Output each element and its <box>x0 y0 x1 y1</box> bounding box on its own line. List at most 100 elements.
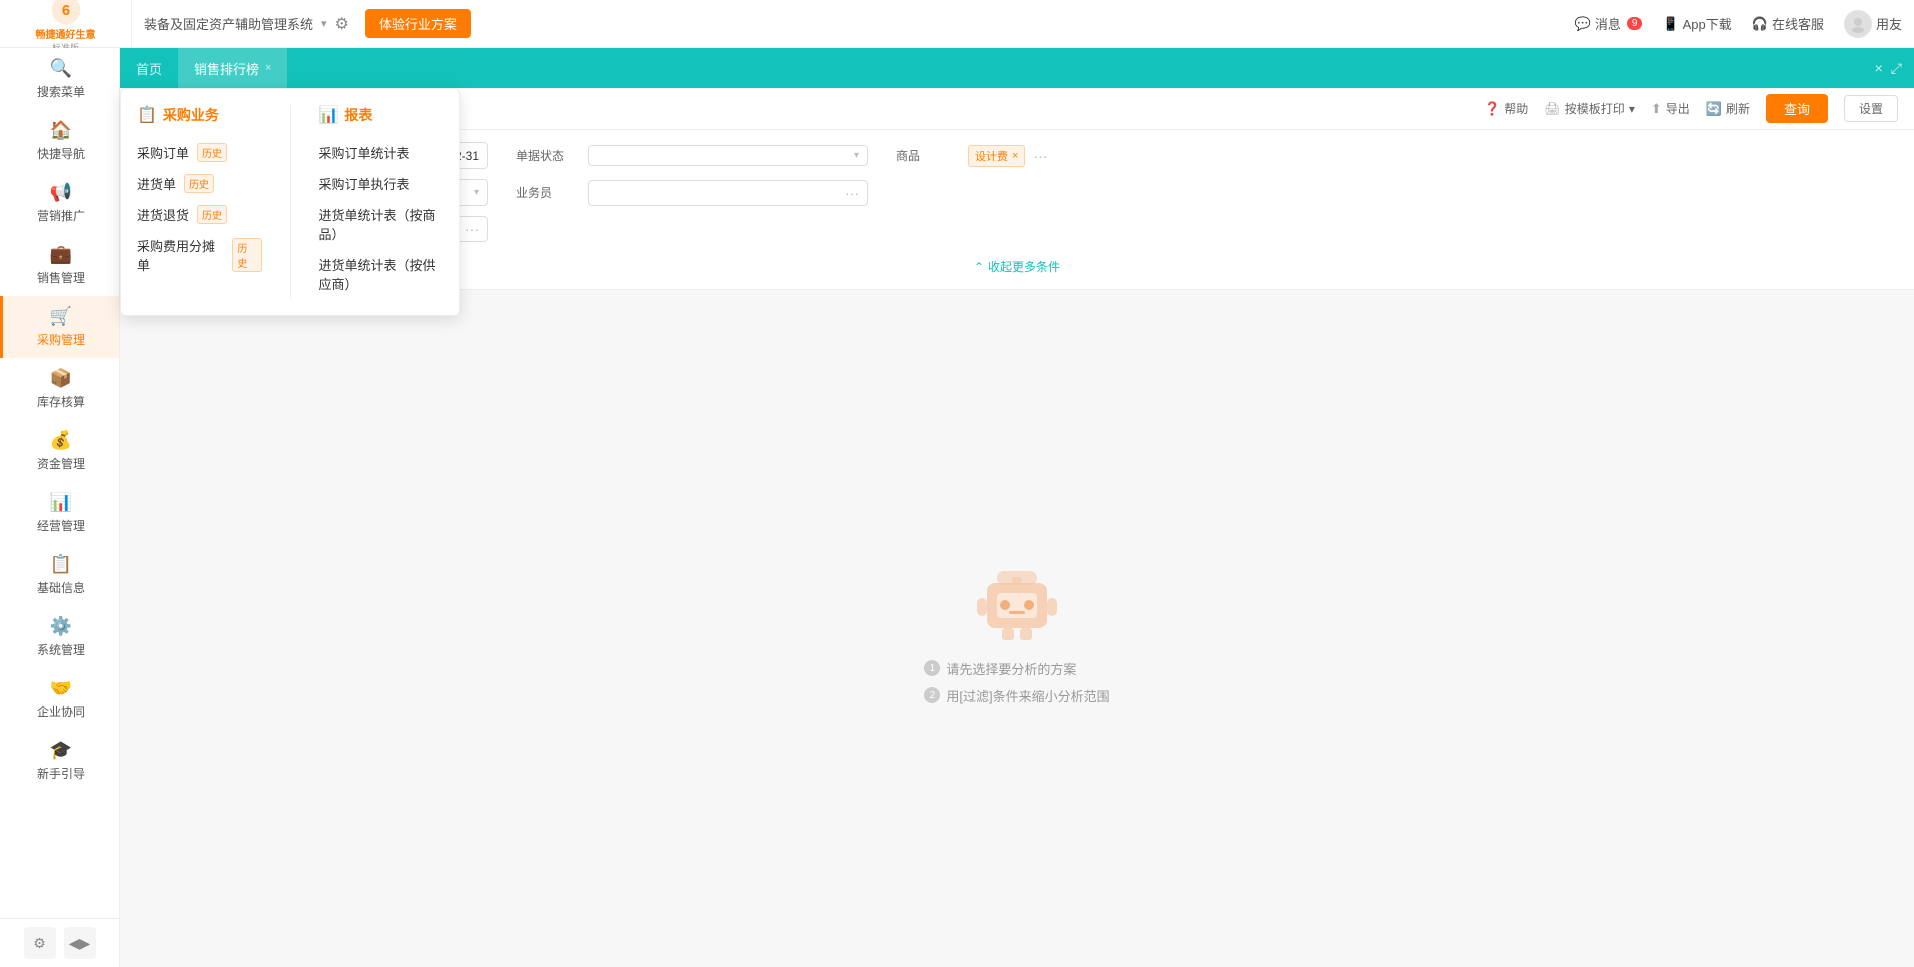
dropdown-item-report1[interactable]: 采购订单统计表 <box>319 137 444 168</box>
sidebar-item-label-nav: 快捷导航 <box>37 145 85 162</box>
sidebar-settings-button[interactable]: ⚙ <box>24 927 56 959</box>
print-button[interactable]: 🖨 按模板打印 ▾ <box>1544 100 1635 117</box>
sidebar-item-label-guide: 新手引导 <box>37 765 85 782</box>
user-button[interactable]: 用友 <box>1844 10 1902 38</box>
sidebar-item-operations[interactable]: 📊 经营管理 <box>0 482 119 544</box>
refresh-label: 刷新 <box>1726 100 1750 117</box>
help-icon: ❓ <box>1484 101 1500 117</box>
avatar <box>1844 10 1872 38</box>
sidebar-item-label-sales: 销售管理 <box>37 269 85 286</box>
dropdown-item-report2[interactable]: 采购订单执行表 <box>319 168 444 199</box>
headset-icon: 🎧 <box>1752 16 1768 32</box>
tab-sales-rank-label: 销售排行榜 <box>194 59 259 78</box>
svg-text:6: 6 <box>61 2 69 18</box>
help-button[interactable]: ❓ 帮助 <box>1484 100 1528 117</box>
tab-sales-rank[interactable]: 销售排行榜 × <box>178 48 287 88</box>
sales-icon: 💼 <box>50 244 72 265</box>
message-label: 消息 <box>1595 14 1621 33</box>
sidebar-item-inventory[interactable]: 📦 库存核算 <box>0 358 119 420</box>
cooperation-icon: 🤝 <box>50 678 72 699</box>
sidebar-collapse-button[interactable]: ◀▶ <box>64 927 96 959</box>
status-chevron-icon: ▾ <box>854 150 859 161</box>
sidebar-item-label-cooperation: 企业协同 <box>37 703 85 720</box>
staff-more-dots[interactable]: ··· <box>845 185 859 201</box>
sidebar-item-search[interactable]: 🔍 搜索菜单 <box>0 48 119 110</box>
goods-tag: 设计费 × <box>968 145 1025 167</box>
print-dropdown-icon[interactable]: ▾ <box>1629 102 1635 116</box>
online-service-button[interactable]: 🎧 在线客服 <box>1752 14 1824 33</box>
message-badge: 9 <box>1627 17 1643 30</box>
service-label: 在线客服 <box>1772 14 1824 33</box>
goods-more-dots[interactable]: ··· <box>1033 148 1047 164</box>
report1-label: 采购订单统计表 <box>319 143 410 162</box>
receive-hist-badge: 历史 <box>184 174 214 193</box>
system-title: 装备及固定资产辅助管理系统 <box>144 14 313 33</box>
refresh-button[interactable]: 🔄 刷新 <box>1706 100 1750 117</box>
tab-home[interactable]: 首页 <box>120 48 178 88</box>
header-right: 💬 消息 9 📱 App下载 🎧 在线客服 用友 <box>1575 10 1902 38</box>
goods-tag-close-icon[interactable]: × <box>1012 150 1018 162</box>
dropdown-item-purchase-order[interactable]: 采购订单 历史 <box>137 137 262 168</box>
header-title-area: 装备及固定资产辅助管理系统 ▾ ⚙ 体验行业方案 <box>144 9 1575 38</box>
logo-icon: 6 <box>50 0 82 26</box>
tip-text-1: 请先选择要分析的方案 <box>946 659 1076 678</box>
settings-button[interactable]: 设置 <box>1844 95 1898 122</box>
return-hist-badge: 历史 <box>197 205 227 224</box>
home-icon: 🏠 <box>50 120 72 141</box>
empty-tip-2: 2 用[过滤]条件来缩小分析范围 <box>924 686 1109 705</box>
collapse-up-icon: ⌃ <box>974 260 984 274</box>
sidebar-bottom: ⚙ ◀▶ <box>0 918 119 967</box>
dropdown-item-return[interactable]: 进货退货 历史 <box>137 199 262 230</box>
system-icon: ⚙️ <box>50 616 72 637</box>
settings-icon[interactable]: ⚙ <box>335 14 349 34</box>
title-dropdown-icon[interactable]: ▾ <box>321 17 327 30</box>
sidebar-item-finance[interactable]: 💰 资金管理 <box>0 420 119 482</box>
dropdown-col2-label: 报表 <box>344 105 372 125</box>
report3-label: 进货单统计表（按商品） <box>319 205 444 243</box>
sidebar-item-guide[interactable]: 🎓 新手引导 <box>0 730 119 792</box>
customer-more-dots[interactable]: ··· <box>465 221 479 237</box>
basic-info-icon: 📋 <box>50 554 72 575</box>
sidebar-item-basic-info[interactable]: 📋 基础信息 <box>0 544 119 606</box>
sidebar-item-label-marketing: 营销推广 <box>37 207 85 224</box>
export-button[interactable]: ⬆ 导出 <box>1651 100 1690 117</box>
sidebar-item-purchase[interactable]: 🛒 采购管理 <box>0 296 119 358</box>
sidebar-item-system[interactable]: ⚙️ 系统管理 <box>0 606 119 668</box>
sidebar-item-cooperation[interactable]: 🤝 企业协同 <box>0 668 119 730</box>
tab-close-all-icon[interactable]: × <box>1875 60 1883 76</box>
dropdown-item-report4[interactable]: 进货单统计表（按供应商） <box>319 249 444 299</box>
rank-chevron-icon: ▾ <box>474 187 479 198</box>
industry-button[interactable]: 体验行业方案 <box>365 9 471 38</box>
dropdown-item-report3[interactable]: 进货单统计表（按商品） <box>319 199 444 249</box>
finance-icon: 💰 <box>50 430 72 451</box>
dropdown-menu: 📋 采购业务 采购订单 历史 进货单 历史 进货退货 历史 采购费用分摊单 历史… <box>120 88 460 316</box>
sidebar-item-nav[interactable]: 🏠 快捷导航 <box>0 110 119 172</box>
app-download-button[interactable]: 📱 App下载 <box>1662 14 1731 33</box>
empty-tips: 1 请先选择要分析的方案 2 用[过滤]条件来缩小分析范围 <box>924 659 1109 705</box>
app-label: App下载 <box>1683 14 1732 33</box>
dropdown-col-purchase-title: 📋 采购业务 <box>137 105 262 125</box>
status-input[interactable]: ▾ <box>588 145 868 166</box>
refresh-icon: 🔄 <box>1706 101 1722 117</box>
sidebar-item-label-purchase: 采购管理 <box>37 331 85 348</box>
dropdown-col1-label: 采购业务 <box>163 105 219 125</box>
sidebar-item-sales[interactable]: 💼 销售管理 <box>0 234 119 296</box>
sidebar-item-label-basic-info: 基础信息 <box>37 579 85 596</box>
tab-close-icon[interactable]: × <box>265 62 271 74</box>
empty-state: 1 请先选择要分析的方案 2 用[过滤]条件来缩小分析范围 <box>120 290 1914 967</box>
status-label: 单据状态 <box>516 147 576 164</box>
staff-input[interactable]: ··· <box>588 180 868 206</box>
expense-label: 采购费用分摊单 <box>137 236 224 274</box>
sidebar-item-marketing[interactable]: 📢 营销推广 <box>0 172 119 234</box>
tab-expand-icon[interactable]: ⤢ <box>1891 60 1902 77</box>
phone-icon: 📱 <box>1662 16 1678 32</box>
return-label: 进货退货 <box>137 205 189 224</box>
query-button[interactable]: 查询 <box>1766 94 1828 123</box>
empty-illustration <box>967 553 1067 643</box>
dropdown-item-expense[interactable]: 采购费用分摊单 历史 <box>137 230 262 280</box>
expense-hist-badge: 历史 <box>232 238 261 272</box>
tip-num-1: 1 <box>924 660 940 676</box>
sidebar: 🔍 搜索菜单 🏠 快捷导航 📢 营销推广 💼 销售管理 🛒 采购管理 📦 库存核… <box>0 48 120 967</box>
message-button[interactable]: 💬 消息 9 <box>1575 14 1643 33</box>
dropdown-item-receive[interactable]: 进货单 历史 <box>137 168 262 199</box>
